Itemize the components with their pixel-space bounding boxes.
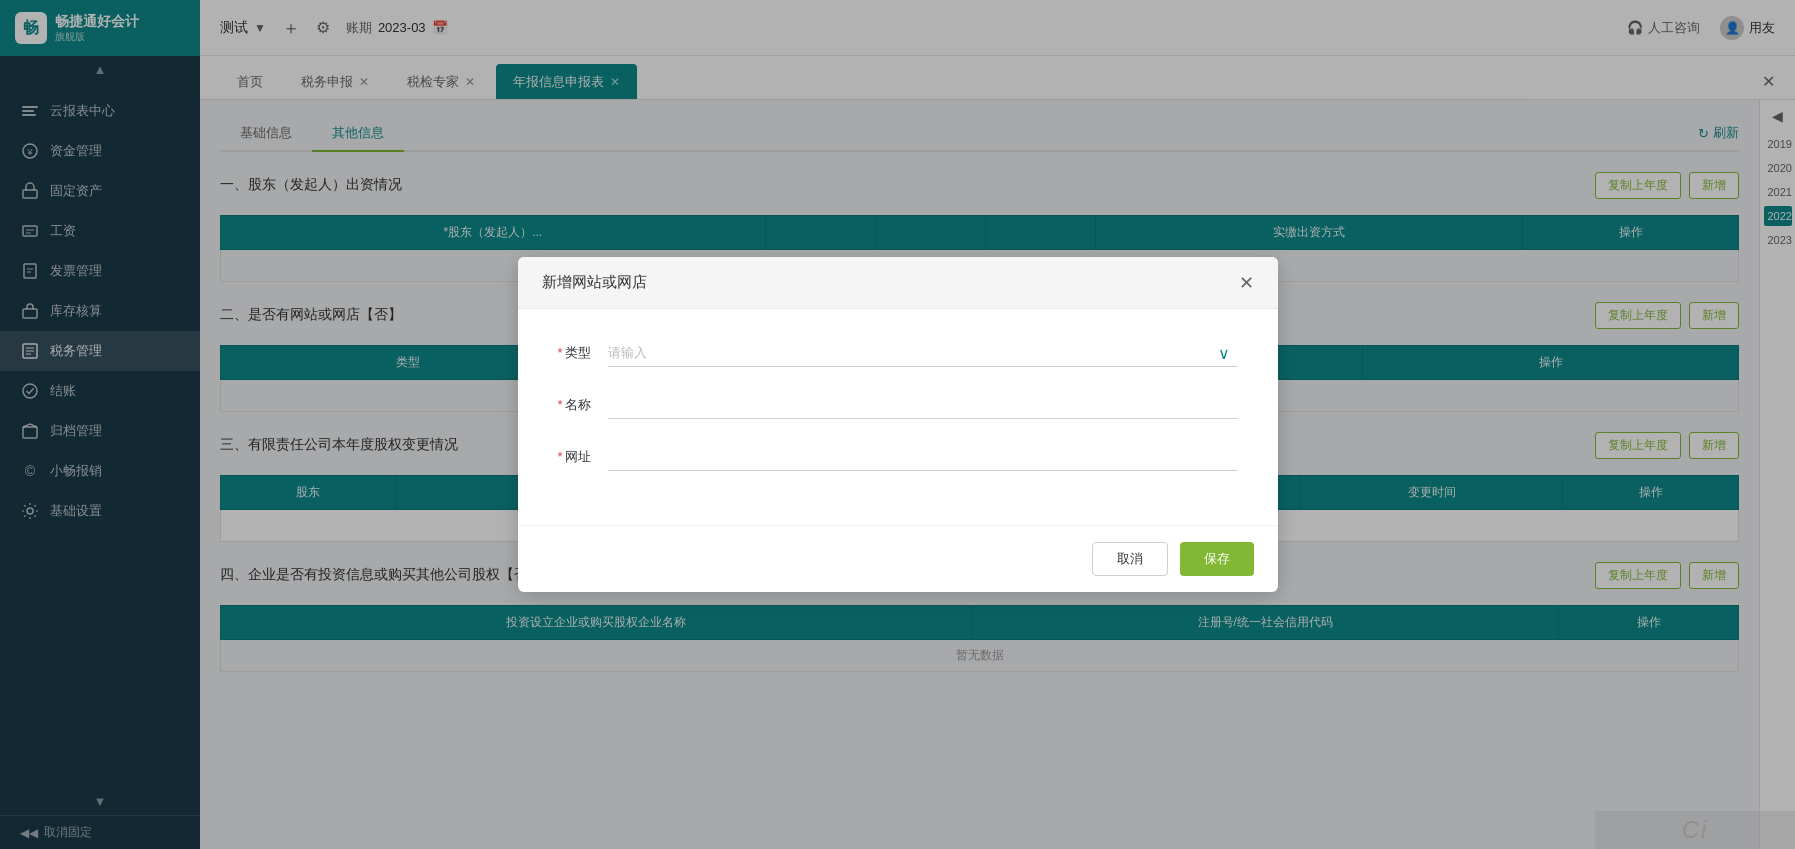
url-label: *网址 [558, 448, 608, 466]
name-input-wrap [608, 391, 1238, 419]
modal-title: 新增网站或网店 [542, 273, 647, 292]
url-input[interactable] [608, 443, 1238, 471]
add-website-modal: 新增网站或网店 ✕ *类型 ∨ *名称 [518, 257, 1278, 592]
cancel-button[interactable]: 取消 [1092, 542, 1168, 576]
modal-footer: 取消 保存 [518, 525, 1278, 592]
name-input[interactable] [608, 391, 1238, 419]
form-row-type: *类型 ∨ [558, 339, 1238, 367]
type-input-wrap: ∨ [608, 339, 1238, 367]
type-label: *类型 [558, 344, 608, 362]
modal-body: *类型 ∨ *名称 *网址 [518, 309, 1278, 525]
modal-header: 新增网站或网店 ✕ [518, 257, 1278, 309]
name-label: *名称 [558, 396, 608, 414]
form-row-name: *名称 [558, 391, 1238, 419]
save-button[interactable]: 保存 [1180, 542, 1254, 576]
type-input[interactable] [608, 339, 1238, 367]
modal-close-button[interactable]: ✕ [1239, 274, 1254, 292]
url-input-wrap [608, 443, 1238, 471]
modal-overlay: 新增网站或网店 ✕ *类型 ∨ *名称 [0, 0, 1795, 849]
form-row-url: *网址 [558, 443, 1238, 471]
